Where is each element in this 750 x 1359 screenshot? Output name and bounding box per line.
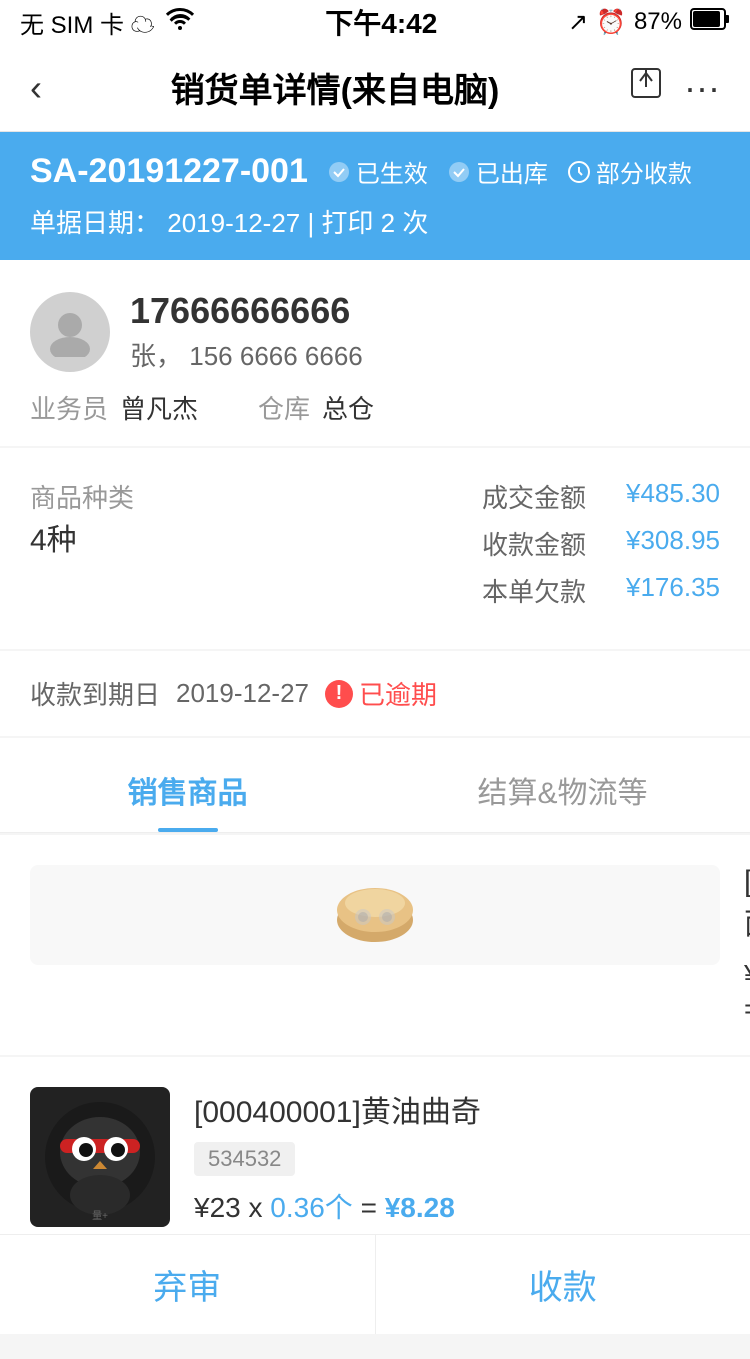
product-types-label: 商品种类: [30, 478, 134, 515]
back-button[interactable]: ‹: [30, 67, 42, 109]
product-name: [0000002]面包: [744, 865, 750, 943]
cancel-button[interactable]: 弃审: [0, 1235, 376, 1334]
customer-avatar: [30, 292, 110, 372]
status-right: ↗ ⏰ 87%: [568, 8, 730, 37]
order-date: 单据日期： 2019-12-27 | 打印 2 次: [30, 203, 720, 240]
overdue-badge: ! 已逾期: [325, 675, 437, 712]
amount-value: ¥485.30: [626, 478, 720, 515]
nav-right: ···: [628, 65, 720, 110]
tab-sales-products[interactable]: 销售商品: [0, 738, 375, 832]
tabs-section: 销售商品 结算&物流等: [0, 738, 750, 833]
product-price: ¥40 x 5袋 = ¥199.99: [744, 953, 750, 1025]
warehouse-info: 仓库 总仓: [258, 389, 374, 426]
location-icon: ↗: [568, 8, 588, 37]
battery-icon: [690, 8, 730, 37]
nav-left: ‹: [30, 67, 42, 109]
status-time: 下午4:42: [325, 2, 437, 42]
debt-value: ¥176.35: [626, 572, 720, 609]
confirm-button[interactable]: 收款: [376, 1235, 750, 1334]
status-badge-partial: 部分收款: [568, 154, 692, 189]
received-label: 收款金额: [482, 525, 586, 562]
svg-text:量+: 量+: [92, 1210, 108, 1222]
list-item: [0000002]面包 ¥40 x 5袋 = ¥199.99: [0, 835, 750, 1055]
amount-label: 成交金额: [482, 478, 586, 515]
nav-bar: ‹ 销货单详情(来自电脑) ···: [0, 44, 750, 132]
product-thumbnail-cookie: 量+: [30, 1087, 170, 1227]
status-left: 无 SIM 卡 ☁: [20, 5, 195, 40]
debt-label: 本单欠款: [482, 572, 586, 609]
more-icon[interactable]: ···: [684, 67, 720, 109]
customer-phone: 17666666666: [130, 290, 363, 332]
overdue-label: 已逾期: [359, 675, 437, 712]
salesperson-info: 业务员 曾凡杰: [30, 389, 198, 426]
status-badge-shipped: 已出库: [448, 154, 548, 189]
share-icon[interactable]: [628, 65, 664, 110]
customer-contact: 张， 156 6666 6666: [130, 336, 363, 373]
product-types-value: 4种: [30, 515, 134, 559]
customer-section: 17666666666 张， 156 6666 6666 业务员 曾凡杰 仓库 …: [0, 260, 750, 446]
order-id: SA-20191227-001: [30, 152, 308, 191]
summary-section: 商品种类 4种 成交金额 ¥485.30 收款金额 ¥308.95 本单欠款 ¥…: [0, 448, 750, 649]
status-bar: 无 SIM 卡 ☁ 下午4:42 ↗ ⏰ 87%: [0, 0, 750, 44]
product-price: ¥23 x 0.36个 = ¥8.28: [194, 1186, 720, 1226]
header-banner: SA-20191227-001 已生效 已出库 部分收款 单据日期： 2019-…: [0, 132, 750, 260]
overdue-icon: !: [325, 680, 353, 708]
sim-status: 无 SIM 卡 ☁: [20, 5, 155, 40]
wifi-icon: [165, 8, 195, 37]
alarm-icon: ⏰: [596, 8, 626, 37]
product-thumbnail-bread: [30, 865, 720, 965]
list-item: 量+ [000400001]黄油曲奇 534532 ¥23 x 0.36个 = …: [0, 1057, 750, 1257]
product-sku: 534532: [194, 1142, 295, 1176]
due-date-section: 收款到期日 2019-12-27 ! 已逾期: [0, 651, 750, 736]
due-date-label: 收款到期日: [30, 675, 160, 712]
status-badge-effective: 已生效: [328, 154, 428, 189]
page-title: 销货单详情(来自电脑): [171, 63, 500, 112]
tab-settlement[interactable]: 结算&物流等: [375, 738, 750, 832]
due-date-value: 2019-12-27: [176, 678, 309, 709]
product-name: [000400001]黄油曲奇: [194, 1087, 720, 1131]
bottom-bar: 弃审 收款: [0, 1234, 750, 1334]
received-value: ¥308.95: [626, 525, 720, 562]
battery-text: 87%: [634, 8, 682, 36]
